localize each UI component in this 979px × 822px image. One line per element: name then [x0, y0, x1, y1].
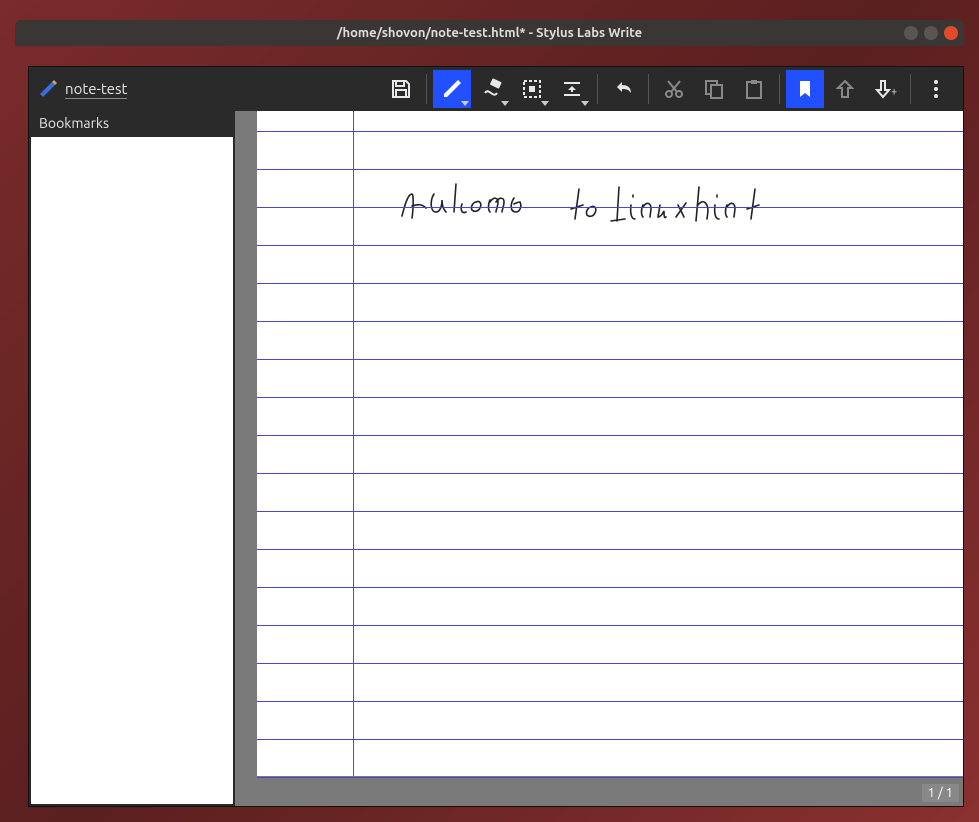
toolbar-separator: [648, 74, 649, 104]
document-name: note-test: [65, 80, 127, 99]
app-pencil-icon: [37, 78, 59, 100]
chevron-down-icon: [581, 101, 589, 106]
eraser-icon: [479, 77, 505, 101]
save-button[interactable]: [382, 70, 420, 108]
ruled-line: [257, 321, 963, 322]
arrow-down-plus-icon: +: [872, 77, 898, 101]
sidebar-header: Bookmarks: [29, 111, 235, 137]
copy-button[interactable]: [695, 70, 733, 108]
chevron-down-icon: [461, 101, 469, 106]
ruled-line: [257, 435, 963, 436]
ruled-line: [257, 739, 963, 740]
document-title-area[interactable]: note-test: [37, 78, 382, 100]
close-button[interactable]: [944, 26, 958, 40]
prev-page-button[interactable]: [826, 70, 864, 108]
undo-icon: [611, 77, 635, 101]
menu-button[interactable]: [917, 70, 955, 108]
app-frame: note-test: [28, 66, 964, 807]
selection-icon: [520, 77, 544, 101]
ruled-line: [257, 207, 963, 208]
ruled-line: [257, 283, 963, 284]
ruled-line: [257, 473, 963, 474]
ruled-line: [257, 245, 963, 246]
ruled-line: [257, 169, 963, 170]
bookmark-button[interactable]: [786, 70, 824, 108]
pen-icon: [440, 77, 464, 101]
toolbar-separator: [426, 74, 427, 104]
cut-icon: [662, 77, 686, 101]
save-icon: [389, 77, 413, 101]
ruled-line: [257, 397, 963, 398]
handwritten-text: [397, 181, 817, 236]
titlebar: /home/shovon/note-test.html* - Stylus La…: [15, 20, 964, 46]
next-page-button[interactable]: +: [866, 70, 904, 108]
arrow-up-icon: [833, 77, 857, 101]
bookmark-icon: [793, 77, 817, 101]
minimize-button[interactable]: [904, 26, 918, 40]
select-button[interactable]: [513, 70, 551, 108]
kebab-menu-icon: [924, 77, 948, 101]
toolbar: note-test: [29, 67, 963, 111]
insert-space-button[interactable]: [553, 70, 591, 108]
maximize-button[interactable]: [924, 26, 938, 40]
cut-button[interactable]: [655, 70, 693, 108]
toolbar-separator: [779, 74, 780, 104]
ruled-line: [257, 549, 963, 550]
pen-button[interactable]: [433, 70, 471, 108]
chevron-down-icon: [501, 101, 509, 106]
ruled-line: [257, 587, 963, 588]
toolbar-separator: [910, 74, 911, 104]
ruled-line: [257, 777, 963, 778]
window-controls: [904, 26, 958, 40]
paste-button[interactable]: [735, 70, 773, 108]
ruled-line: [257, 511, 963, 512]
window-title: /home/shovon/note-test.html* - Stylus La…: [337, 26, 642, 40]
copy-icon: [702, 77, 726, 101]
eraser-button[interactable]: [473, 70, 511, 108]
insert-space-icon: [560, 77, 584, 101]
paper[interactable]: [257, 111, 963, 776]
undo-button[interactable]: [604, 70, 642, 108]
ruled-line: [257, 625, 963, 626]
ruled-line: [257, 359, 963, 360]
canvas-area[interactable]: 1 / 1: [235, 111, 963, 806]
svg-text:+: +: [891, 86, 897, 98]
sidebar: Bookmarks: [29, 111, 235, 806]
toolbar-separator: [597, 74, 598, 104]
toolbar-buttons: +: [382, 70, 955, 108]
ruled-line: [257, 663, 963, 664]
paste-icon: [742, 77, 766, 101]
ruled-line: [257, 701, 963, 702]
ruled-line: [257, 131, 963, 132]
bookmark-list[interactable]: [31, 137, 233, 804]
chevron-down-icon: [541, 101, 549, 106]
margin-line: [353, 111, 354, 776]
page-counter: 1 / 1: [922, 784, 959, 802]
content-row: Bookmarks 1 / 1: [29, 111, 963, 806]
